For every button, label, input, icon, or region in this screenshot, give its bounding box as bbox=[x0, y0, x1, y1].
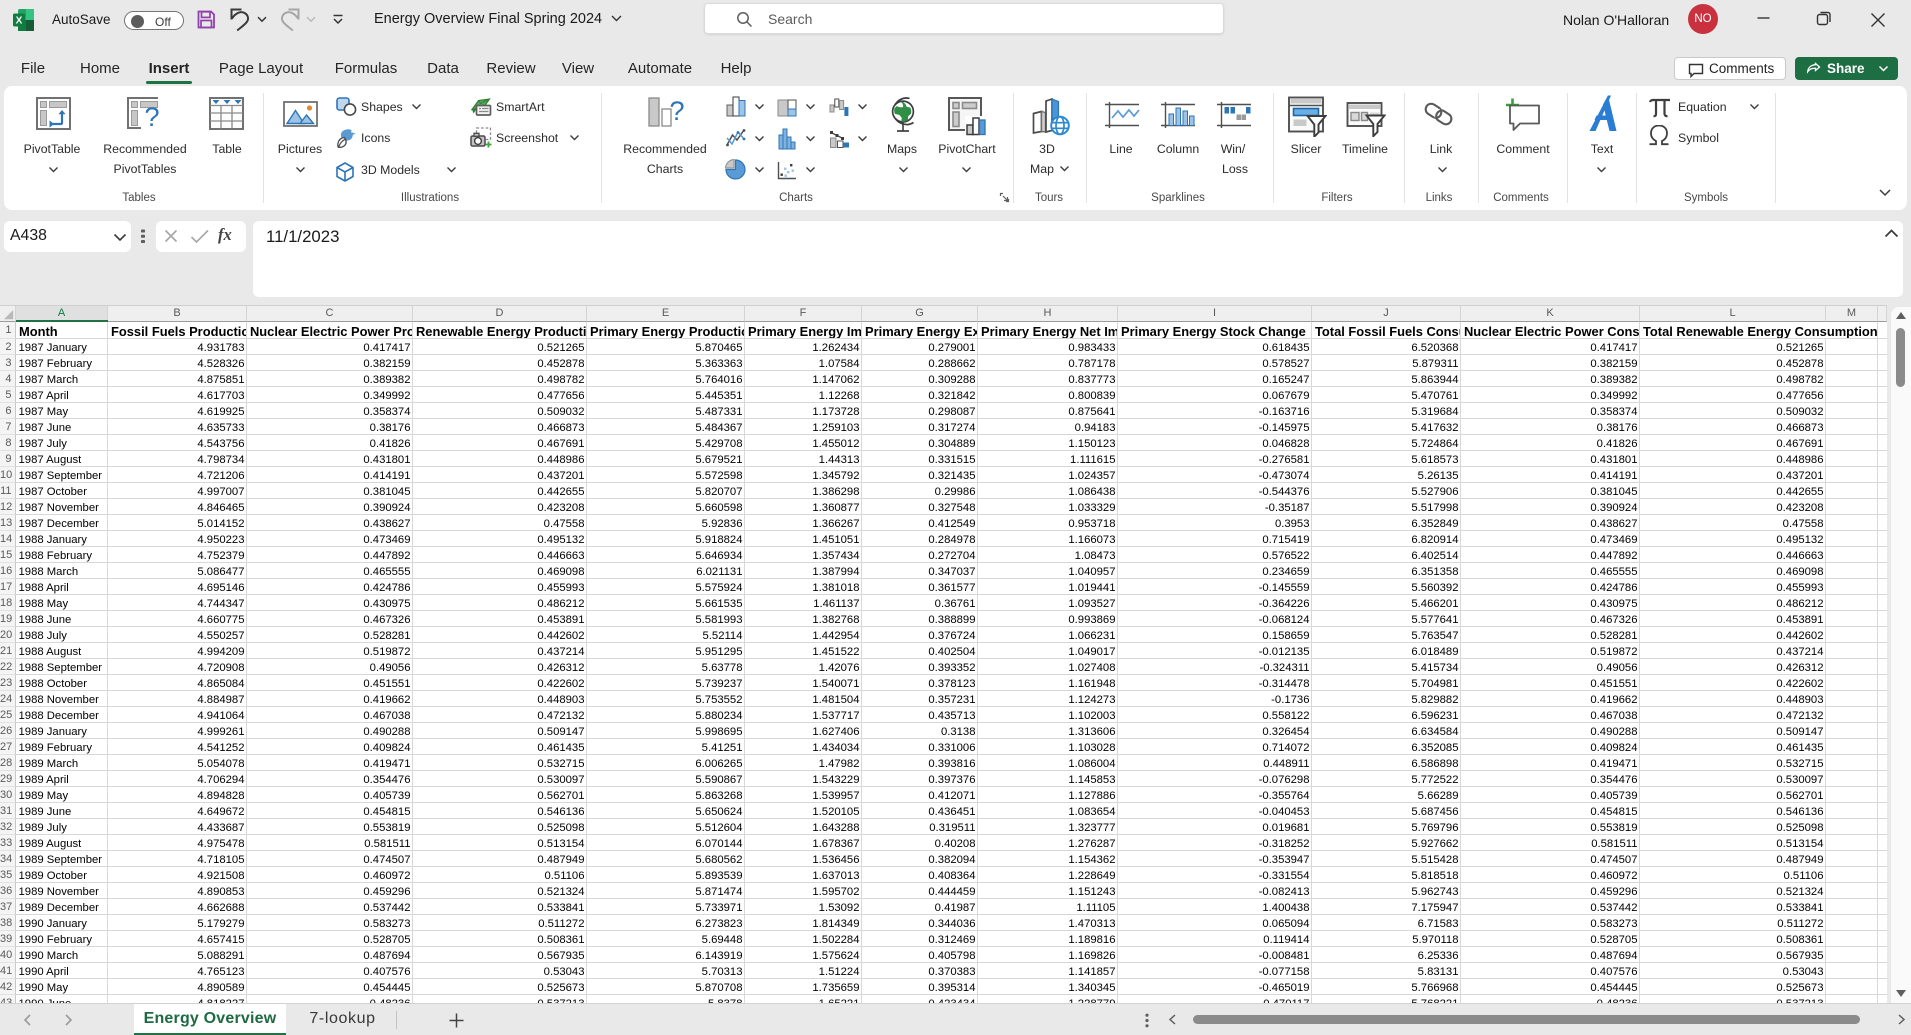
svg-text:X: X bbox=[16, 16, 23, 27]
svg-text:?: ? bbox=[669, 97, 684, 126]
svg-text:?: ? bbox=[144, 102, 159, 131]
